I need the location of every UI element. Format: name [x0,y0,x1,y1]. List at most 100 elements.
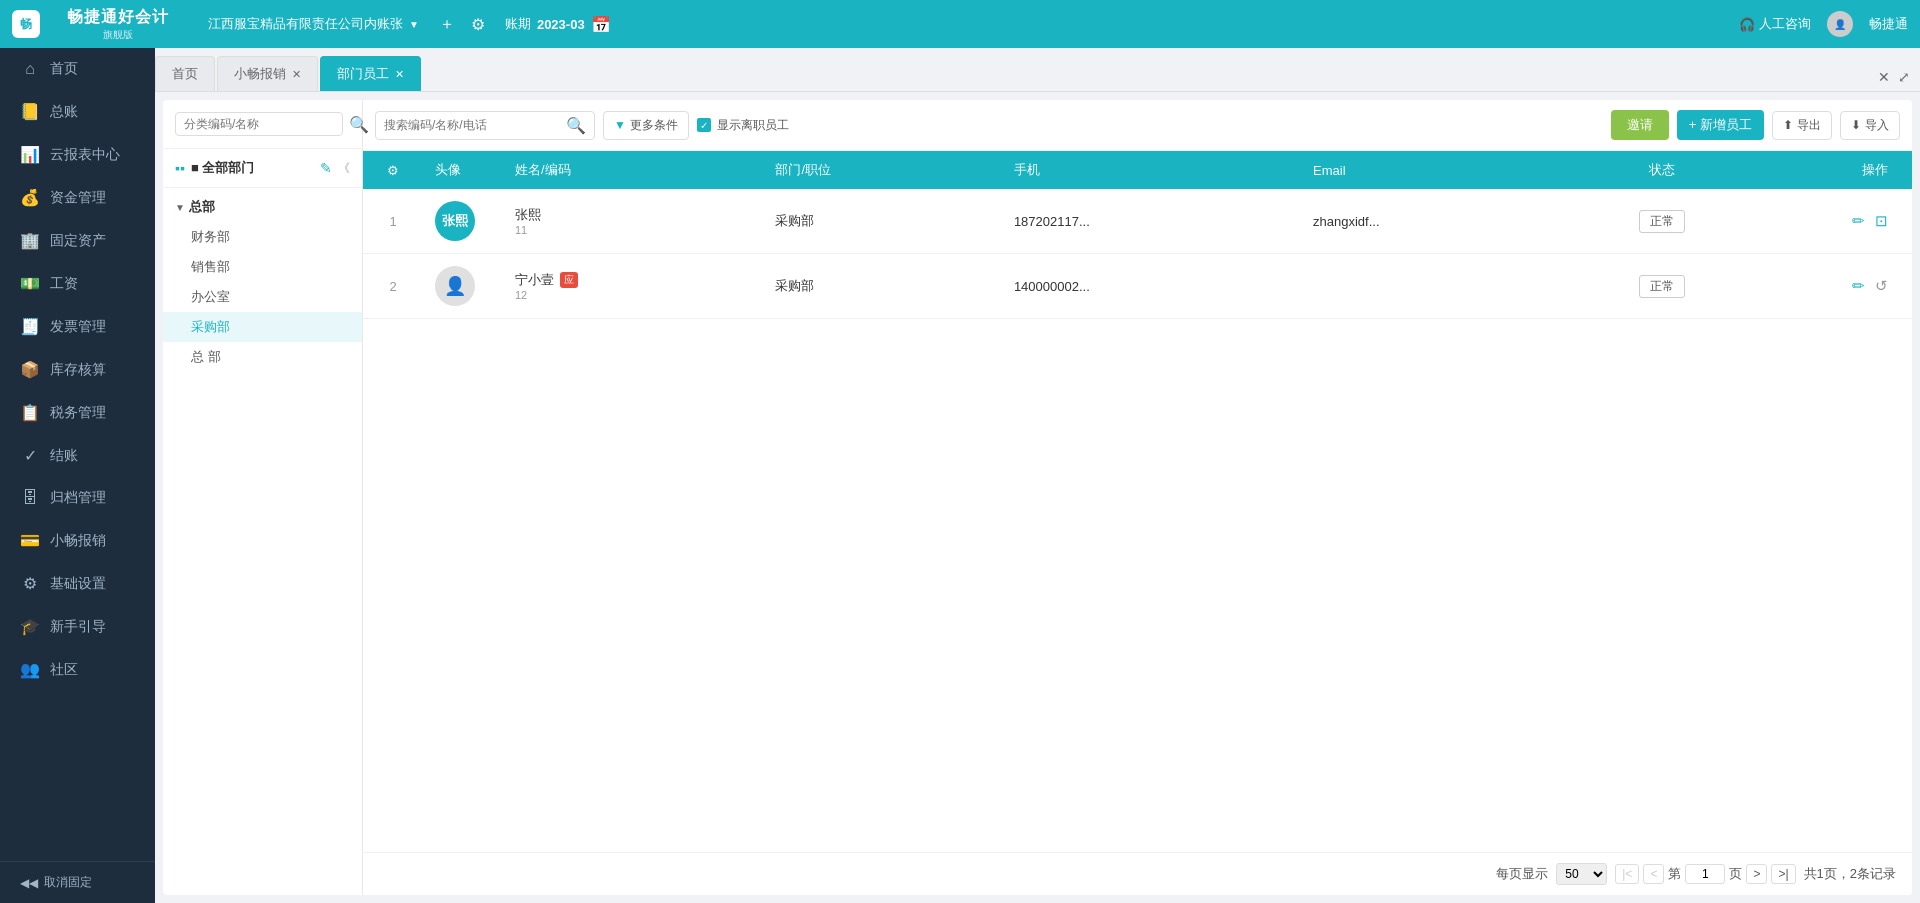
pagination-bar: 每页显示 50 100 |< < 第 页 > >| [363,852,1912,895]
dept-edit-button[interactable]: ✎ [320,160,332,176]
pager-first-button[interactable]: |< [1615,864,1639,884]
tab-bar: 首页 小畅报销 ✕ 部门员工 ✕ ✕ ⤢ [155,48,1920,92]
row2-edit-icon[interactable]: ✏ [1852,277,1865,295]
add-icon[interactable]: ＋ [435,10,459,39]
dept-item-office[interactable]: 办公室 [163,282,362,312]
sidebar-item-close[interactable]: ✓ 结账 [0,434,155,477]
col-name[interactable]: 姓名/编码 [503,151,763,189]
sidebar-label-ledger: 总账 [50,103,78,121]
pager-next-button[interactable]: > [1746,864,1767,884]
row1-edit-icon[interactable]: ✏ [1852,212,1865,230]
row2-status-cell: 正常 [1572,254,1752,319]
sidebar-item-invoice[interactable]: 🧾 发票管理 [0,305,155,348]
service-button[interactable]: 🎧 人工咨询 [1739,15,1811,33]
row2-avatar-cell: 👤 [423,254,503,319]
settings-nav-icon: ⚙ [20,574,40,593]
tab-expense[interactable]: 小畅报销 ✕ [217,56,318,91]
page-number-input[interactable] [1685,864,1725,884]
export-button[interactable]: ⬆ 导出 [1772,111,1832,140]
tab-expand-icon[interactable]: ⤢ [1896,67,1912,87]
tax-icon: 📋 [20,403,40,422]
row2-email-cell [1301,254,1572,319]
sidebar-item-archive[interactable]: 🗄 归档管理 [0,477,155,519]
sidebar-item-guide[interactable]: 🎓 新手引导 [0,605,155,648]
assets-icon: 🏢 [20,231,40,250]
row2-delete-icon[interactable]: ↺ [1875,277,1888,295]
employee-table-area: 🔍 ▼ 更多条件 ✓ 显示离职员工 邀请 + 新增员工 [363,100,1912,895]
company-selector[interactable]: 江西服宝精品有限责任公司内账张 ▼ [208,15,419,33]
dept-group-headquarters[interactable]: ▼ 总部 [163,192,362,222]
pager: |< < 第 页 > >| [1615,864,1795,884]
company-arrow-icon: ▼ [409,19,419,30]
expense-icon: 💳 [20,531,40,550]
dept-all-label[interactable]: ■ 全部部门 [191,159,314,177]
dept-grid-icon: ▪▪ [175,160,185,176]
tab-expense-close[interactable]: ✕ [292,68,301,81]
inventory-icon: 📦 [20,360,40,379]
dept-item-sales[interactable]: 销售部 [163,252,362,282]
sidebar-item-expense[interactable]: 💳 小畅报销 [0,519,155,562]
funds-icon: 💰 [20,188,40,207]
dept-item-finance[interactable]: 财务部 [163,222,362,252]
dept-search-input[interactable] [175,112,343,136]
col-phone[interactable]: 手机 [1002,151,1301,189]
cancel-pin-label: 取消固定 [44,874,92,891]
row1-logout-icon[interactable]: ⊡ [1875,212,1888,230]
sidebar-item-settings[interactable]: ⚙ 基础设置 [0,562,155,605]
dept-item-finance-label: 财务部 [191,229,230,244]
filter-icon: ▼ [614,118,626,132]
cancel-pin-button[interactable]: ◀◀ 取消固定 [0,861,155,903]
col-dept[interactable]: 部门/职位 [763,151,1001,189]
show-resigned-label: 显示离职员工 [717,117,789,134]
community-icon: 👥 [20,660,40,679]
dept-item-sales-label: 销售部 [191,259,230,274]
col-name-label: 姓名/编码 [515,162,571,177]
invite-button[interactable]: 邀请 [1611,110,1669,140]
dept-item-purchase[interactable]: 采购部 [163,312,362,342]
tab-close-all-icon[interactable]: ✕ [1876,67,1892,87]
sidebar-item-payroll[interactable]: 💵 工资 [0,262,155,305]
sidebar-label-archive: 归档管理 [50,489,106,507]
app-logo-icon: 畅 [12,10,40,38]
sidebar-item-reports[interactable]: 📊 云报表中心 [0,133,155,176]
emp-search-input[interactable] [384,118,566,132]
sidebar-item-community[interactable]: 👥 社区 [0,648,155,691]
pager-prev-button[interactable]: < [1643,864,1664,884]
sidebar-item-assets[interactable]: 🏢 固定资产 [0,219,155,262]
row1-num: 1 [363,189,423,254]
tab-dept[interactable]: 部门员工 ✕ [320,56,421,91]
dept-collapse-icon[interactable]: 《 [338,160,350,177]
logo-area: 畅 畅捷通好会计 旗舰版 [12,7,188,42]
add-employee-button[interactable]: + 新增员工 [1677,110,1764,140]
app-subtitle: 旗舰版 [103,28,133,42]
page-size-dropdown[interactable]: 50 100 [1556,863,1607,885]
period-label: 账期 [505,15,531,33]
sidebar-item-funds[interactable]: 💰 资金管理 [0,176,155,219]
import-button[interactable]: ⬇ 导入 [1840,111,1900,140]
settings-col-icon[interactable]: ⚙ [387,163,399,178]
dept-item-hq[interactable]: 总 部 [163,342,362,372]
emp-search-wrap: 🔍 [375,111,595,140]
sidebar-item-home[interactable]: ⌂ 首页 [0,48,155,90]
dept-group-label-text: 总部 [189,198,215,216]
sidebar-item-inventory[interactable]: 📦 库存核算 [0,348,155,391]
pager-last-button[interactable]: >| [1771,864,1795,884]
export-icon: ⬆ [1783,118,1793,132]
row1-name: 张熙 [515,206,751,224]
sidebar-item-tax[interactable]: 📋 税务管理 [0,391,155,434]
calendar-icon[interactable]: 📅 [591,15,611,34]
emp-search-icon[interactable]: 🔍 [566,116,586,135]
tab-dept-close[interactable]: ✕ [395,68,404,81]
row2-dept-cell: 采购部 [763,254,1001,319]
sidebar-item-ledger[interactable]: 📒 总账 [0,90,155,133]
payroll-icon: 💵 [20,274,40,293]
row2-status-badge: 正常 [1639,275,1685,298]
settings-icon[interactable]: ⚙ [467,11,489,38]
page-unit: 页 [1729,865,1742,883]
import-label: 导入 [1865,117,1889,134]
row1-avatar-cell: 张熙 [423,189,503,254]
total-records-label: 共1页，2条记录 [1804,865,1896,883]
show-resigned-checkbox[interactable]: ✓ [697,118,711,132]
more-conditions-button[interactable]: ▼ 更多条件 [603,111,689,140]
tab-home[interactable]: 首页 [155,56,215,91]
